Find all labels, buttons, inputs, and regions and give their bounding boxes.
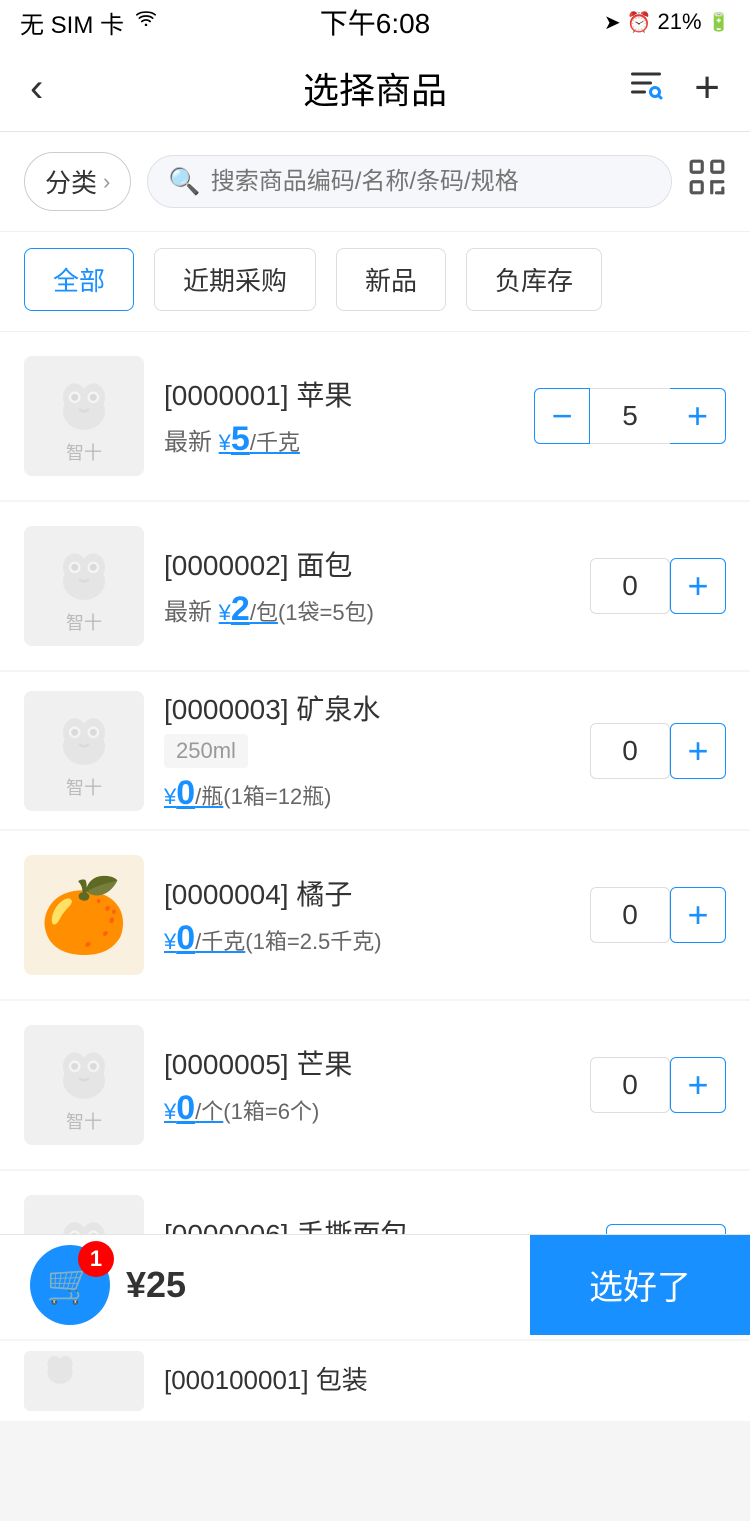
product-image: 智十 — [24, 1025, 144, 1145]
scan-icon[interactable] — [688, 158, 726, 206]
product-spec: 250ml — [164, 734, 248, 768]
product-image — [24, 1351, 144, 1411]
wifi-icon — [132, 8, 160, 36]
owl-logo: 智十 — [49, 1036, 119, 1134]
product-image: 智十 — [24, 526, 144, 646]
table-row: [000100001] 包装 — [0, 1341, 750, 1421]
alarm-icon: ⏰ — [627, 10, 652, 35]
confirm-button[interactable]: 选好了 — [530, 1235, 750, 1335]
status-time: 下午6:08 — [320, 2, 431, 42]
chevron-right-icon: › — [103, 169, 110, 195]
add-button[interactable]: + — [694, 66, 720, 110]
search-input[interactable] — [211, 168, 651, 196]
cart-total: ¥25 — [126, 1264, 186, 1306]
owl-logo: 智十 — [49, 537, 119, 635]
product-price: ¥0/个(1箱=6个) — [164, 1089, 570, 1128]
quantity-input[interactable] — [590, 558, 670, 614]
owl-text: 智十 — [66, 439, 102, 465]
cart-button[interactable]: 🛒 1 — [30, 1245, 110, 1325]
product-image: 🍊 — [24, 855, 144, 975]
cart-section: 🛒 1 ¥25 — [0, 1245, 186, 1325]
back-button[interactable]: ‹ — [30, 68, 43, 108]
product-name: [0000001] 苹果 — [164, 374, 514, 414]
quantity-decrease-button[interactable]: − — [534, 388, 590, 444]
owl-text: 智十 — [66, 774, 102, 800]
search-icon: 🔍 — [168, 166, 200, 197]
owl-logo — [24, 1351, 96, 1388]
carrier-text: 无 SIM 卡 — [20, 5, 124, 40]
filter-tabs: 全部 近期采购 新品 负库存 — [0, 232, 750, 332]
orange-emoji: 🍊 — [39, 873, 129, 958]
quantity-input[interactable] — [590, 1057, 670, 1113]
search-input-wrap: 🔍 — [147, 155, 672, 208]
tab-recent[interactable]: 近期采购 — [154, 248, 316, 311]
table-row: 智十 [0000001] 苹果 最新 ¥5/千克 − + — [0, 332, 750, 500]
status-left: 无 SIM 卡 — [20, 5, 160, 40]
battery-icon: 🔋 — [708, 12, 730, 33]
owl-text: 智十 — [66, 609, 102, 635]
battery-text: 21% — [658, 9, 702, 35]
quantity-input[interactable] — [590, 388, 670, 444]
status-bar: 无 SIM 卡 下午6:08 ➤ ⏰ 21% 🔋 — [0, 0, 750, 44]
product-price: ¥0/千克(1箱=2.5千克) — [164, 919, 570, 958]
quantity-control: + — [590, 887, 726, 943]
product-price: 最新 ¥2/包(1袋=5包) — [164, 590, 570, 629]
page-title: 选择商品 — [303, 62, 447, 114]
product-info: [0000003] 矿泉水 250ml ¥0/瓶(1箱=12瓶) — [164, 688, 570, 813]
quantity-control: − + — [534, 388, 726, 444]
table-row: 智十 [0000005] 芒果 ¥0/个(1箱=6个) + — [0, 1001, 750, 1169]
product-name: [0000003] 矿泉水 — [164, 688, 570, 728]
bottom-bar: 🛒 1 ¥25 选好了 — [0, 1234, 750, 1334]
owl-text: 智十 — [66, 1108, 102, 1134]
quantity-input[interactable] — [590, 887, 670, 943]
quantity-increase-button[interactable]: + — [670, 887, 726, 943]
product-name: [000100001] 包装 — [164, 1360, 726, 1397]
owl-logo: 智十 — [49, 367, 119, 465]
category-button[interactable]: 分类 › — [24, 152, 131, 211]
product-name: [0000005] 芒果 — [164, 1043, 570, 1083]
quantity-control: + — [590, 723, 726, 779]
quantity-input[interactable] — [590, 723, 670, 779]
quantity-control: + — [590, 558, 726, 614]
product-info: [0000004] 橘子 ¥0/千克(1箱=2.5千克) — [164, 873, 570, 958]
quantity-increase-button[interactable]: + — [670, 1057, 726, 1113]
owl-logo: 智十 — [49, 702, 119, 800]
product-info: [000100001] 包装 — [164, 1360, 726, 1403]
quantity-increase-button[interactable]: + — [670, 558, 726, 614]
nav-bar: ‹ 选择商品 + — [0, 44, 750, 132]
tab-all[interactable]: 全部 — [24, 248, 134, 311]
quantity-increase-button[interactable]: + — [670, 388, 726, 444]
tab-new[interactable]: 新品 — [336, 248, 446, 311]
quantity-control: + — [590, 1057, 726, 1113]
location-icon: ➤ — [604, 10, 621, 35]
search-area: 分类 › 🔍 — [0, 132, 750, 232]
product-image: 智十 — [24, 691, 144, 811]
table-row: 智十 [0000002] 面包 最新 ¥2/包(1袋=5包) + — [0, 502, 750, 670]
nav-actions: + — [628, 65, 720, 110]
product-price: ¥0/瓶(1箱=12瓶) — [164, 774, 570, 813]
product-info: [0000001] 苹果 最新 ¥5/千克 — [164, 374, 514, 459]
quantity-increase-button[interactable]: + — [670, 723, 726, 779]
filter-icon[interactable] — [628, 65, 664, 110]
table-row: 智十 [0000003] 矿泉水 250ml ¥0/瓶(1箱=12瓶) + — [0, 672, 750, 829]
table-row: 🍊 [0000004] 橘子 ¥0/千克(1箱=2.5千克) + — [0, 831, 750, 999]
product-info: [0000005] 芒果 ¥0/个(1箱=6个) — [164, 1043, 570, 1128]
product-name: [0000004] 橘子 — [164, 873, 570, 913]
product-image: 智十 — [24, 356, 144, 476]
cart-badge: 1 — [78, 1241, 114, 1277]
category-label: 分类 — [45, 163, 97, 200]
status-right: ➤ ⏰ 21% 🔋 — [604, 9, 730, 35]
product-price: 最新 ¥5/千克 — [164, 420, 514, 459]
tab-negative-stock[interactable]: 负库存 — [466, 248, 602, 311]
product-name: [0000002] 面包 — [164, 544, 570, 584]
product-info: [0000002] 面包 最新 ¥2/包(1袋=5包) — [164, 544, 570, 629]
